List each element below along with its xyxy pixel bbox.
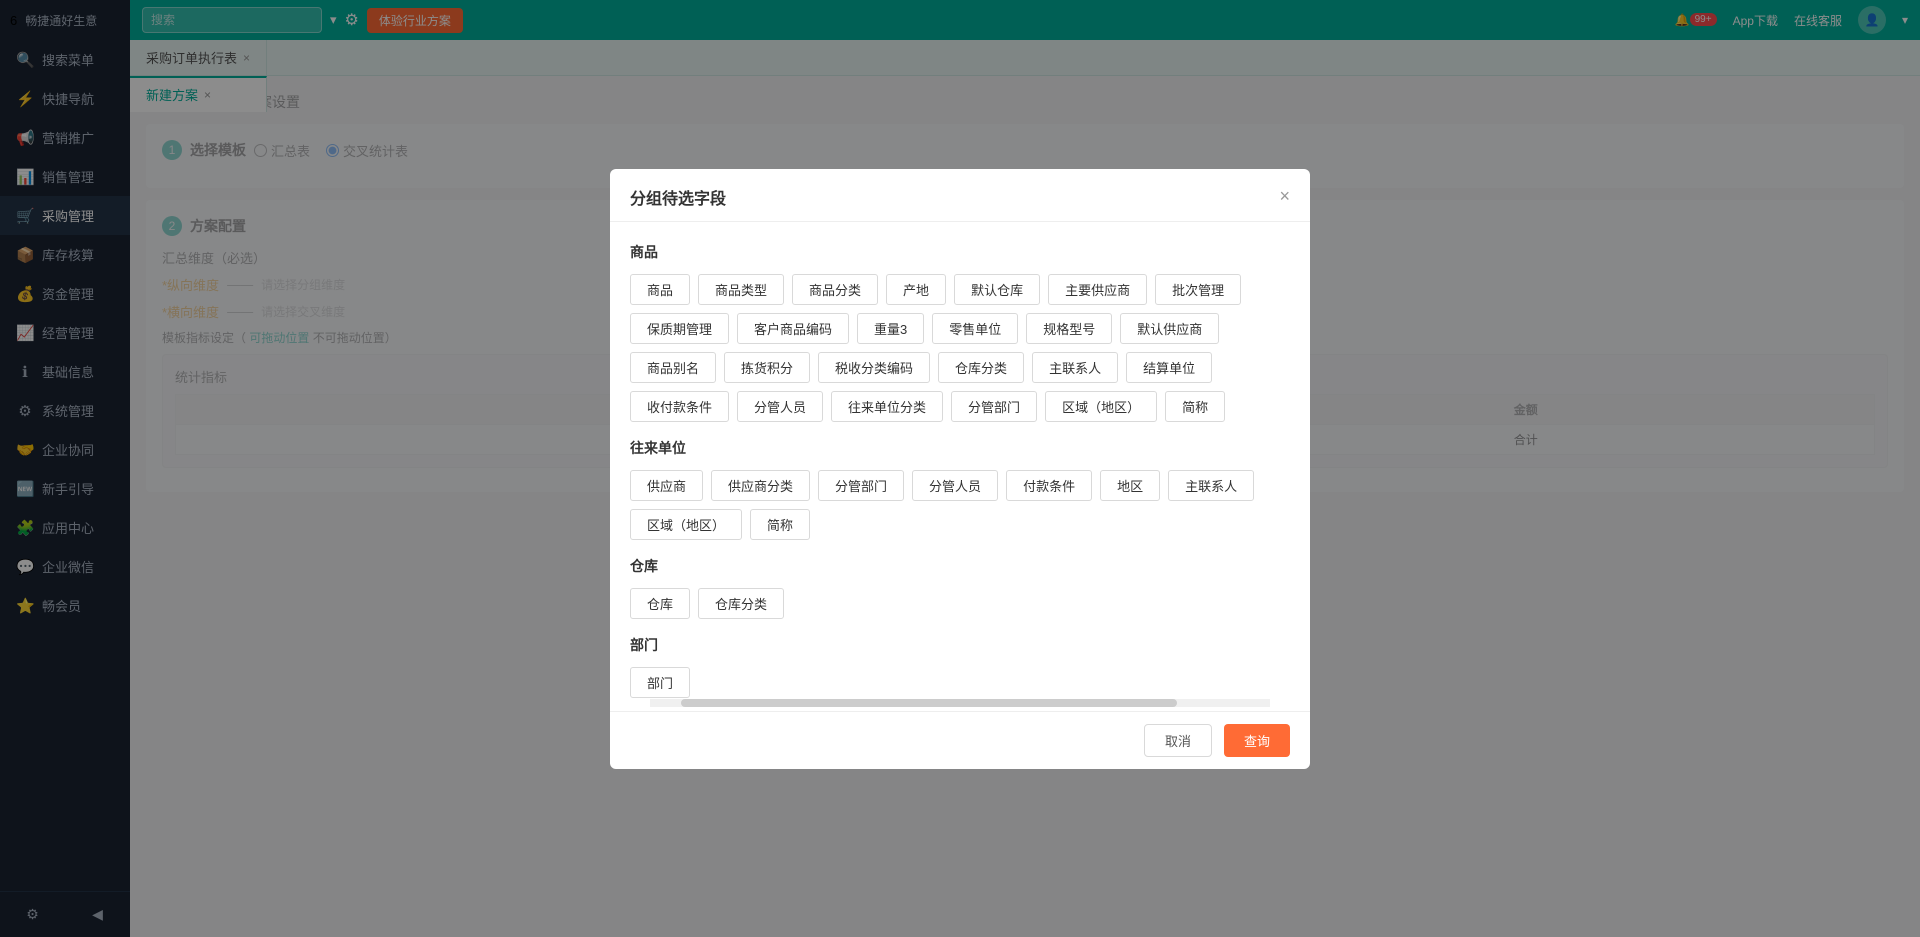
field-tag-1-0[interactable]: 供应商 — [630, 470, 703, 501]
modal-header: 分组待选字段 × — [610, 169, 1310, 222]
section-title-1: 往来单位 — [630, 438, 1290, 458]
field-tag-0-20[interactable]: 分管人员 — [737, 391, 823, 422]
field-tag-0-0[interactable]: 商品 — [630, 274, 690, 305]
field-tag-0-9[interactable]: 重量3 — [857, 313, 924, 344]
field-tag-0-3[interactable]: 产地 — [886, 274, 946, 305]
field-tag-0-13[interactable]: 商品别名 — [630, 352, 716, 383]
field-tag-0-2[interactable]: 商品分类 — [792, 274, 878, 305]
horizontal-scrollbar[interactable] — [650, 699, 1270, 707]
field-row-3: 部门 — [630, 667, 1290, 698]
field-tag-1-4[interactable]: 付款条件 — [1006, 470, 1092, 501]
field-tag-1-2[interactable]: 分管部门 — [818, 470, 904, 501]
field-row-0: 商品商品类型商品分类产地默认仓库主要供应商批次管理保质期管理客户商品编码重量3 零… — [630, 274, 1290, 422]
field-row-1: 供应商供应商分类分管部门分管人员付款条件地区主联系人区域（地区） 简称 — [630, 470, 1290, 540]
field-tag-1-1[interactable]: 供应商分类 — [711, 470, 810, 501]
field-tag-1-8[interactable]: 简称 — [750, 509, 810, 540]
field-tag-0-21[interactable]: 往来单位分类 — [831, 391, 943, 422]
field-tag-0-23[interactable]: 区域（地区） — [1045, 391, 1157, 422]
field-select-modal: 分组待选字段 × 商品商品商品类型商品分类产地默认仓库主要供应商批次管理保质期管… — [610, 169, 1310, 769]
field-tag-0-22[interactable]: 分管部门 — [951, 391, 1037, 422]
field-tag-2-1[interactable]: 仓库分类 — [698, 588, 784, 619]
modal-title: 分组待选字段 — [630, 185, 726, 209]
field-tag-0-17[interactable]: 主联系人 — [1032, 352, 1118, 383]
section-title-0: 商品 — [630, 242, 1290, 262]
field-tag-3-0[interactable]: 部门 — [630, 667, 690, 698]
modal-overlay[interactable]: 分组待选字段 × 商品商品商品类型商品分类产地默认仓库主要供应商批次管理保质期管… — [0, 0, 1920, 937]
field-tag-0-18[interactable]: 结算单位 — [1126, 352, 1212, 383]
modal-footer: 取消 查询 — [610, 711, 1310, 769]
field-tag-0-16[interactable]: 仓库分类 — [938, 352, 1024, 383]
field-tag-0-14[interactable]: 拣货积分 — [724, 352, 810, 383]
section-title-3: 部门 — [630, 635, 1290, 655]
field-tag-1-5[interactable]: 地区 — [1100, 470, 1160, 501]
cancel-button[interactable]: 取消 — [1144, 724, 1212, 757]
section-title-2: 仓库 — [630, 556, 1290, 576]
field-tag-0-12[interactable]: 默认供应商 — [1120, 313, 1219, 344]
modal-body: 商品商品商品类型商品分类产地默认仓库主要供应商批次管理保质期管理客户商品编码重量… — [610, 222, 1310, 699]
field-tag-0-11[interactable]: 规格型号 — [1026, 313, 1112, 344]
field-tag-0-7[interactable]: 保质期管理 — [630, 313, 729, 344]
confirm-button[interactable]: 查询 — [1224, 724, 1290, 757]
field-tag-0-24[interactable]: 简称 — [1165, 391, 1225, 422]
field-tag-0-4[interactable]: 默认仓库 — [954, 274, 1040, 305]
modal-close-button[interactable]: × — [1279, 186, 1290, 207]
field-tag-0-5[interactable]: 主要供应商 — [1048, 274, 1147, 305]
field-tag-2-0[interactable]: 仓库 — [630, 588, 690, 619]
field-tag-0-1[interactable]: 商品类型 — [698, 274, 784, 305]
field-tag-0-6[interactable]: 批次管理 — [1155, 274, 1241, 305]
field-tag-0-10[interactable]: 零售单位 — [932, 313, 1018, 344]
field-tag-0-15[interactable]: 税收分类编码 — [818, 352, 930, 383]
field-tag-0-8[interactable]: 客户商品编码 — [737, 313, 849, 344]
field-tag-0-19[interactable]: 收付款条件 — [630, 391, 729, 422]
field-tag-1-6[interactable]: 主联系人 — [1168, 470, 1254, 501]
field-tag-1-7[interactable]: 区域（地区） — [630, 509, 742, 540]
field-row-2: 仓库仓库分类 — [630, 588, 1290, 619]
field-tag-1-3[interactable]: 分管人员 — [912, 470, 998, 501]
